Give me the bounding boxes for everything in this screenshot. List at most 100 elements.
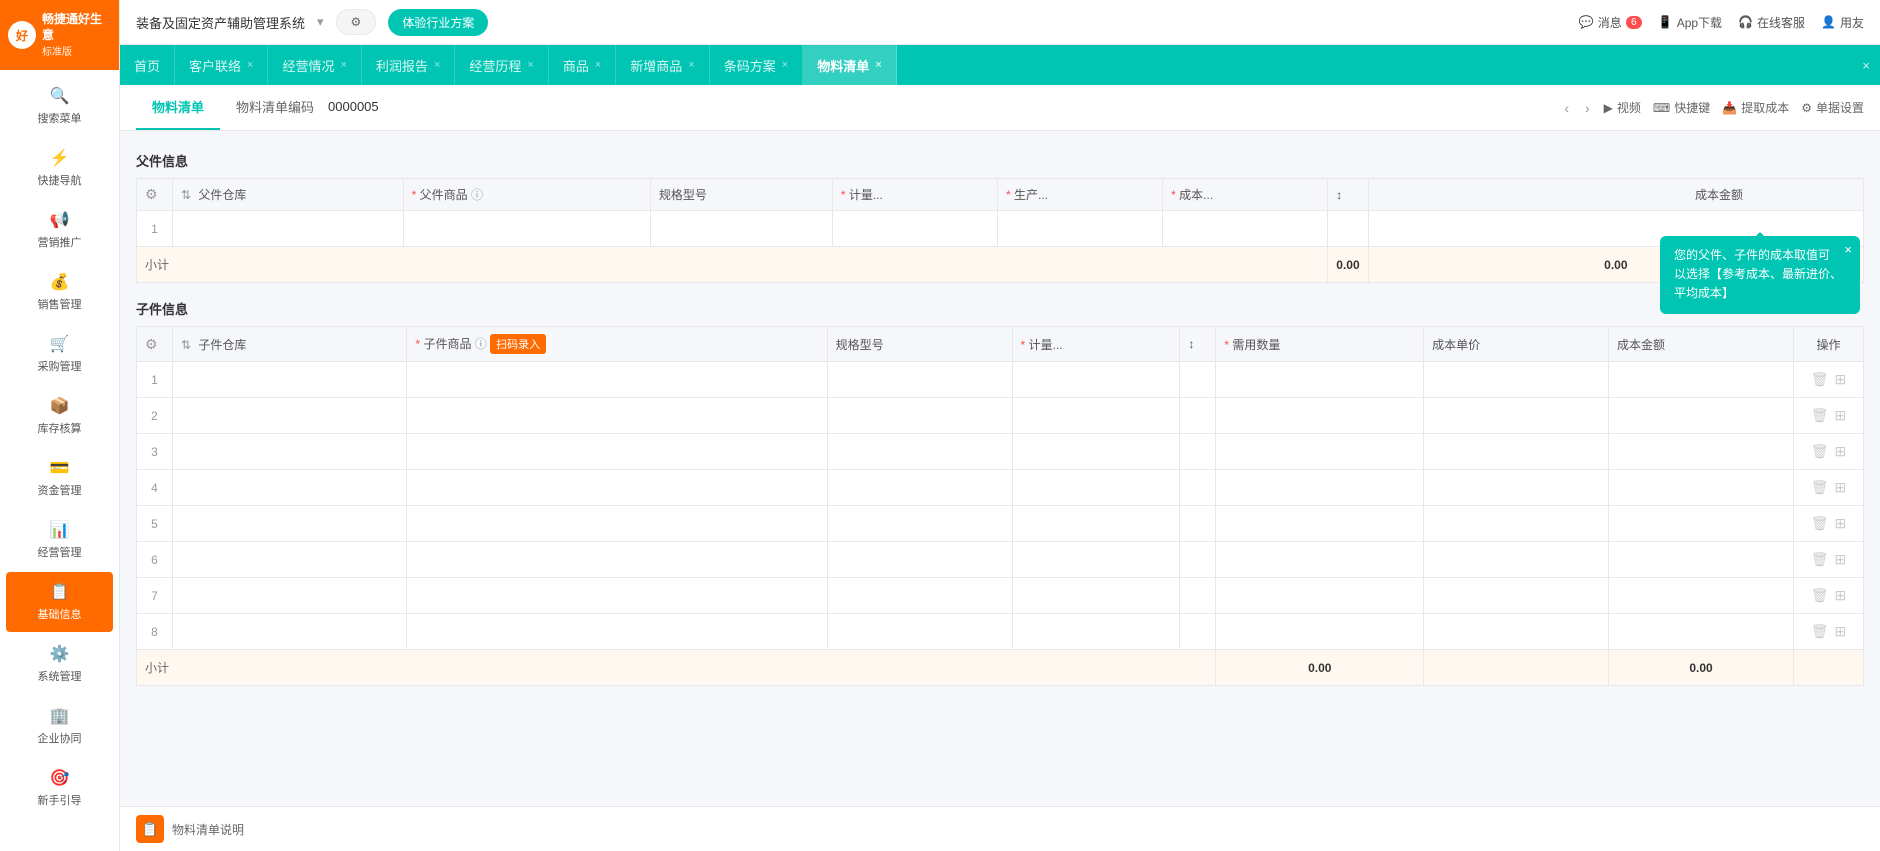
child-col-settings[interactable]: ⚙ [137,327,173,362]
sidebar-item-enterprise[interactable]: 🏢 企业协同 [6,696,113,756]
app-download-btn[interactable]: 📱 App下载 [1658,14,1722,31]
delete-btn[interactable]: 🗑 [1811,515,1829,532]
trial-btn[interactable]: 体验行业方案 [388,9,488,36]
child-row-unit[interactable] [1012,506,1180,542]
child-row-unit-cost[interactable] [1424,362,1609,398]
tab-home[interactable]: 首页 [120,45,175,85]
tooltip-close-btn[interactable]: × [1844,240,1852,261]
parent-col-settings[interactable]: ⚙ [137,179,173,211]
child-row-spec[interactable] [827,506,1012,542]
child-row-unit-cost[interactable] [1424,434,1609,470]
sub-tab-bom-list[interactable]: 物料清单 [136,85,220,130]
child-row-quantity[interactable] [1216,434,1424,470]
child-row-unit[interactable] [1012,614,1180,650]
shortcut-btn[interactable]: ⌨ 快捷键 [1653,99,1710,116]
child-row-goods[interactable] [407,542,827,578]
child-row-unit-cost[interactable] [1424,398,1609,434]
delete-btn[interactable]: 🗑 [1811,623,1829,640]
child-row-sort[interactable] [1180,470,1216,506]
sidebar-item-search[interactable]: 🔍 搜索菜单 [6,76,113,136]
tab-history[interactable]: 经营历程 × [455,45,548,85]
child-row-spec[interactable] [827,614,1012,650]
child-row-unit-cost[interactable] [1424,506,1609,542]
child-row-unit[interactable] [1012,470,1180,506]
sidebar-item-finance[interactable]: 💳 资金管理 [6,448,113,508]
child-row-quantity[interactable] [1216,506,1424,542]
user-btn[interactable]: 👤 用友 [1821,14,1864,31]
delete-btn[interactable]: 🗑 [1811,407,1829,424]
child-row-cost-amount[interactable] [1609,362,1794,398]
child-row-sort[interactable] [1180,542,1216,578]
child-row-spec[interactable] [827,578,1012,614]
sidebar-item-basic-info[interactable]: 📋 基础信息 [6,572,113,632]
message-btn[interactable]: 💬 消息 6 [1579,14,1642,31]
parent-row-goods[interactable] [403,211,650,247]
delete-btn[interactable]: 🗑 [1811,443,1829,460]
tab-goods[interactable]: 商品 × [549,45,616,85]
sub-tab-bom-code[interactable]: 物料清单编码 0000005 [220,85,395,130]
child-row-cost-amount[interactable] [1609,506,1794,542]
child-row-quantity[interactable] [1216,398,1424,434]
child-row-quantity[interactable] [1216,614,1424,650]
next-arrow[interactable]: › [1583,100,1592,116]
child-row-cost-amount[interactable] [1609,434,1794,470]
tab-new-goods[interactable]: 新增商品 × [616,45,709,85]
sidebar-item-marketing[interactable]: 📢 营销推广 [6,200,113,260]
child-row-goods[interactable] [407,362,827,398]
child-row-warehouse[interactable] [173,614,407,650]
child-row-cost-amount[interactable] [1609,470,1794,506]
tab-bom-close[interactable]: × [875,59,881,71]
tab-operations-close[interactable]: × [340,59,346,71]
child-row-sort[interactable] [1180,398,1216,434]
child-row-warehouse[interactable] [173,542,407,578]
tab-new-goods-close[interactable]: × [688,59,694,71]
scan-badge[interactable]: 扫码录入 [490,334,546,354]
child-row-cost-amount[interactable] [1609,578,1794,614]
copy-btn[interactable]: ⊞ [1835,371,1847,388]
sidebar-item-system[interactable]: ⚙️ 系统管理 [6,634,113,694]
child-row-sort[interactable] [1180,578,1216,614]
parent-row-sort[interactable] [1328,211,1368,247]
tab-close-all[interactable]: × [1852,50,1880,81]
tab-customer-close[interactable]: × [247,59,253,71]
child-row-warehouse[interactable] [173,398,407,434]
child-row-goods[interactable] [407,398,827,434]
single-settings-btn[interactable]: ⚙ 单据设置 [1801,99,1864,116]
prev-arrow[interactable]: ‹ [1562,100,1571,116]
tab-profit-close[interactable]: × [434,59,440,71]
delete-btn[interactable]: 🗑 [1811,587,1829,604]
child-row-warehouse[interactable] [173,470,407,506]
child-row-quantity[interactable] [1216,470,1424,506]
child-row-sort[interactable] [1180,434,1216,470]
child-row-cost-amount[interactable] [1609,542,1794,578]
child-row-unit-cost[interactable] [1424,470,1609,506]
child-row-unit[interactable] [1012,578,1180,614]
parent-row-cost[interactable] [1163,211,1328,247]
child-row-quantity[interactable] [1216,542,1424,578]
child-row-goods[interactable] [407,434,827,470]
copy-btn[interactable]: ⊞ [1835,551,1847,568]
tab-goods-close[interactable]: × [595,59,601,71]
sidebar-item-sales[interactable]: 💰 销售管理 [6,262,113,322]
child-row-spec[interactable] [827,470,1012,506]
extract-cost-btn[interactable]: 📥 提取成本 [1722,99,1789,116]
tab-barcode[interactable]: 条码方案 × [710,45,803,85]
tab-bom[interactable]: 物料清单 × [803,45,896,85]
copy-btn[interactable]: ⊞ [1835,407,1847,424]
tab-barcode-close[interactable]: × [782,59,788,71]
tab-customer[interactable]: 客户联络 × [175,45,268,85]
video-btn[interactable]: ▶ 视频 [1604,99,1641,116]
child-row-warehouse[interactable] [173,434,407,470]
parent-row-production[interactable] [997,211,1162,247]
child-row-unit[interactable] [1012,362,1180,398]
sidebar-item-operations[interactable]: 📊 经营管理 [6,510,113,570]
tab-operations[interactable]: 经营情况 × [268,45,361,85]
sidebar-item-purchase[interactable]: 🛒 采购管理 [6,324,113,384]
delete-btn[interactable]: 🗑 [1811,479,1829,496]
child-row-warehouse[interactable] [173,578,407,614]
parent-row-spec[interactable] [650,211,832,247]
child-row-unit[interactable] [1012,398,1180,434]
child-row-unit-cost[interactable] [1424,542,1609,578]
delete-btn[interactable]: 🗑 [1811,371,1829,388]
child-row-goods[interactable] [407,470,827,506]
